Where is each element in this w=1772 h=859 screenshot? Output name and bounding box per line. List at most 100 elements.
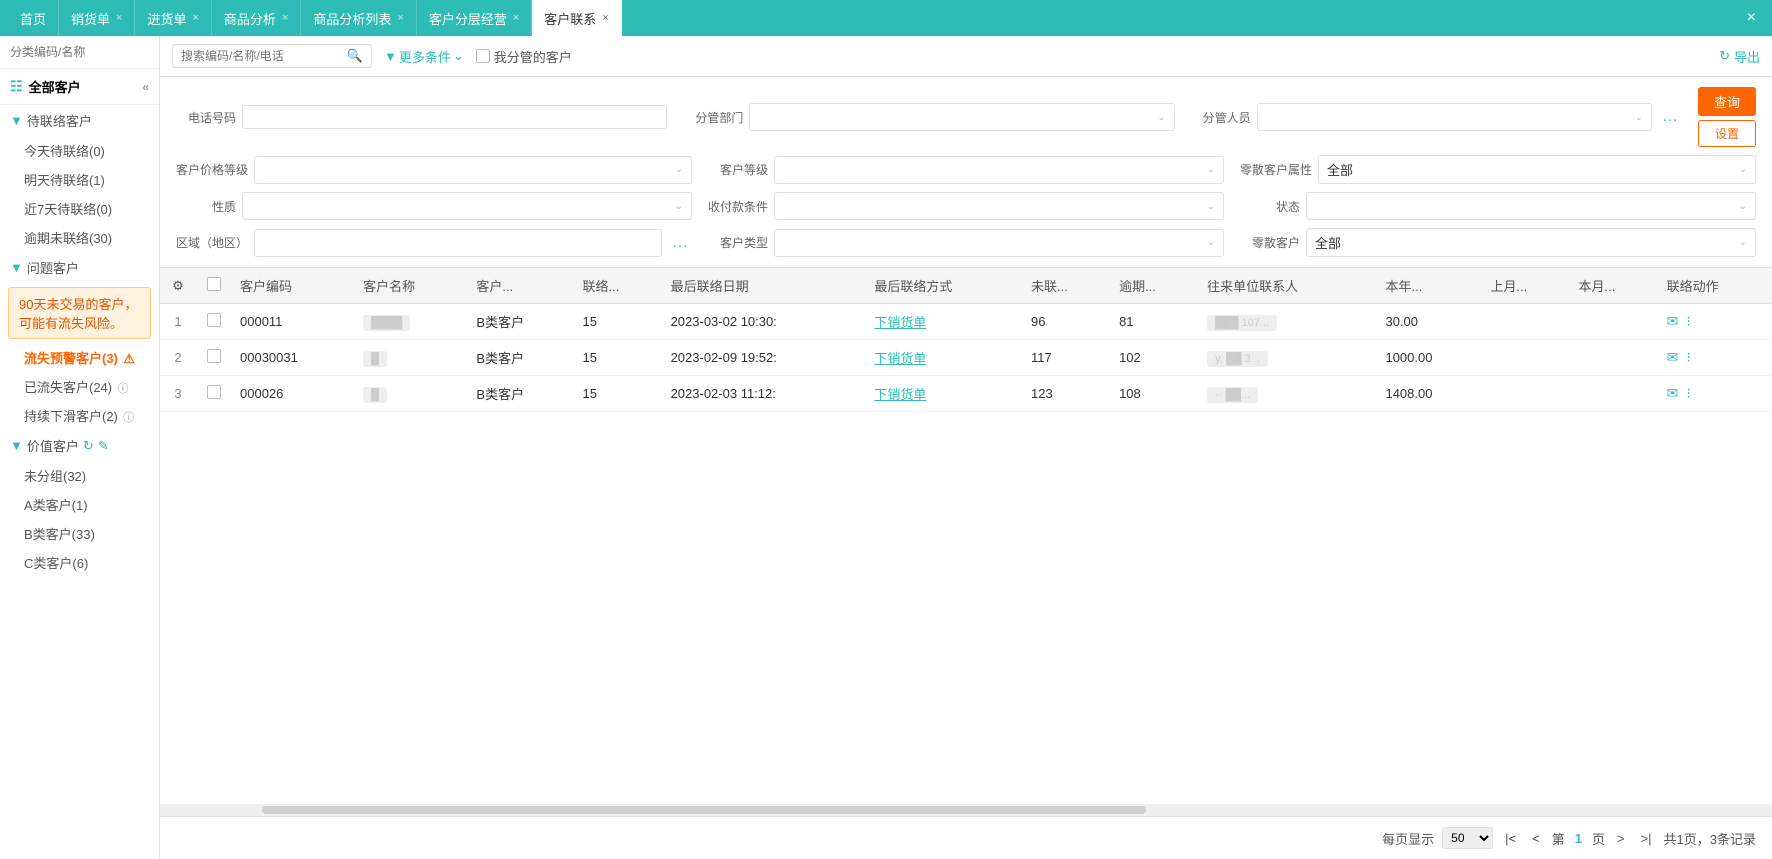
cell-type-1: B类客户 — [468, 304, 574, 340]
close-tab-customer-contact[interactable]: × — [602, 12, 608, 24]
sidebar-item-overdue-contact[interactable]: 逾期未联络(30) — [0, 223, 159, 252]
contact-action-icon-1[interactable]: ✉ — [1667, 313, 1679, 330]
filter-row-1: 电话号码 分管部门 ⌄ 分管人员 ⌄ … — [176, 87, 1756, 147]
cell-contact-1: 15 — [575, 304, 663, 340]
row-checkbox-1[interactable] — [207, 313, 221, 327]
sidebar-group-pending[interactable]: ▼ 待联络客户 — [0, 105, 159, 136]
tab-sales[interactable]: 销货单 × — [59, 0, 135, 36]
more-action-icon-1[interactable]: ⁝ — [1686, 313, 1690, 330]
more-conditions-btn[interactable]: ▼ 更多条件 ⌄ — [384, 47, 464, 66]
close-tab-customer-tier[interactable]: × — [513, 12, 519, 24]
sidebar-group-value[interactable]: ▼ 价值客户 ↻ ✎ — [0, 430, 159, 461]
sidebar-search-wrap: 🔍 — [0, 36, 159, 69]
sidebar-item-class-b[interactable]: B类客户(33) — [0, 519, 159, 548]
tab-analysis-list[interactable]: 商品分析列表 × — [301, 0, 416, 36]
sidebar-item-declining[interactable]: 持续下滑客户(2) ⓘ — [0, 401, 159, 430]
export-button[interactable]: ↻ 导出 — [1719, 47, 1760, 66]
cell-last-method-2[interactable]: 下销货单 — [866, 340, 1023, 376]
th-type: 客户... — [468, 268, 574, 304]
sidebar-item-class-a[interactable]: A类客户(1) — [0, 490, 159, 519]
my-customers-checkbox-wrap[interactable]: 我分管的客户 — [476, 47, 572, 66]
tab-analysis[interactable]: 商品分析 × — [212, 0, 301, 36]
manager-more-btn[interactable]: … — [1658, 108, 1682, 126]
sidebar-item-churned[interactable]: 已流失客户(24) ⓘ — [0, 372, 159, 401]
gender-select[interactable]: ⌄ — [242, 192, 692, 220]
region-more-btn[interactable]: … — [668, 234, 692, 252]
status-select[interactable]: ⌄ — [1306, 192, 1756, 220]
pag-btn-first[interactable]: |< — [1501, 829, 1520, 848]
h-scrollbar-thumb[interactable] — [262, 806, 1146, 814]
pag-btn-prev[interactable]: < — [1528, 829, 1544, 848]
field-customer-level: 客户等级 ⌄ — [708, 156, 1224, 184]
per-page-select[interactable]: 50 20 100 — [1442, 827, 1493, 849]
close-tab-analysis[interactable]: × — [282, 12, 288, 24]
per-page-label: 每页显示 — [1382, 829, 1434, 848]
manager-select[interactable]: ⌄ — [1257, 103, 1652, 131]
region-select[interactable] — [254, 229, 662, 257]
cell-action-1: ✉ ⁝ — [1659, 304, 1772, 340]
sidebar-item-class-c[interactable]: C类客户(6) — [0, 548, 159, 577]
tab-home[interactable]: 首页 — [8, 0, 59, 36]
info-icon: ⓘ — [117, 383, 128, 395]
edit-icon[interactable]: ✎ — [98, 438, 109, 454]
main-search-input[interactable] — [181, 49, 347, 63]
main-search-icon[interactable]: 🔍 — [347, 48, 363, 64]
dept-chevron: ⌄ — [1157, 112, 1165, 123]
zero-customer-chevron: ⌄ — [1739, 237, 1747, 248]
more-action-icon-2[interactable]: ⁝ — [1686, 349, 1690, 366]
sidebar-all-customers[interactable]: ☷ 全部客户 « — [0, 69, 159, 105]
tab-customer-tier[interactable]: 客户分层经营 × — [417, 0, 532, 36]
dept-select[interactable]: ⌄ — [749, 103, 1174, 131]
sidebar-item-ungrouped[interactable]: 未分组(32) — [0, 461, 159, 490]
cell-last-method-3[interactable]: 下销货单 — [866, 376, 1023, 412]
pag-btn-last[interactable]: >| — [1637, 829, 1656, 848]
cell-check-3[interactable] — [196, 376, 232, 412]
export-icon: ↻ — [1719, 48, 1730, 64]
close-tab-analysis-list[interactable]: × — [397, 12, 403, 24]
zero-customer-select[interactable]: 全部 ⌄ — [1306, 228, 1756, 257]
content-area: 🔍 ▼ 更多条件 ⌄ 我分管的客户 ↻ 导出 电话号码 — [160, 36, 1772, 859]
sidebar-item-tomorrow[interactable]: 明天待联络(1) — [0, 165, 159, 194]
select-all-checkbox[interactable] — [207, 277, 221, 291]
cell-check-2[interactable] — [196, 340, 232, 376]
h-scrollbar[interactable] — [160, 804, 1772, 816]
filter-row-2: 客户价格等级 ⌄ 客户等级 ⌄ 零散客户属性 全部 — [176, 155, 1756, 184]
row-checkbox-2[interactable] — [207, 349, 221, 363]
sidebar-item-today[interactable]: 今天待联络(0) — [0, 136, 159, 165]
price-level-select[interactable]: ⌄ — [254, 156, 692, 184]
sidebar-item-churn-warning[interactable]: 流失预警客户(3) ⚠ — [0, 343, 159, 372]
my-customers-checkbox[interactable] — [476, 49, 490, 63]
tab-customer-contact[interactable]: 客户联系 × — [532, 0, 621, 36]
sidebar-group-problem[interactable]: ▼ 问题客户 — [0, 252, 159, 283]
contact-action-icon-2[interactable]: ✉ — [1667, 349, 1679, 366]
tab-purchase[interactable]: 进货单 × — [135, 0, 211, 36]
cell-last-method-1[interactable]: 下销货单 — [866, 304, 1023, 340]
customer-level-chevron: ⌄ — [1207, 164, 1215, 175]
row-checkbox-3[interactable] — [207, 385, 221, 399]
pag-btn-next[interactable]: > — [1613, 829, 1629, 848]
customer-type-chevron: ⌄ — [1207, 237, 1215, 248]
cell-name-2: █ — [355, 340, 468, 376]
more-action-icon-3[interactable]: ⁝ — [1686, 385, 1690, 402]
filter-action-btns: 查询 设置 — [1698, 87, 1756, 147]
field-status: 状态 ⌄ — [1240, 192, 1756, 220]
zero-attr-select[interactable]: 全部 ⌄ — [1318, 155, 1756, 184]
query-button[interactable]: 查询 — [1698, 87, 1756, 116]
th-check[interactable] — [196, 268, 232, 304]
chevron-down-icon: ⌄ — [453, 48, 464, 64]
payment-select[interactable]: ⌄ — [774, 192, 1224, 220]
th-settings[interactable]: ⚙ — [160, 268, 196, 304]
refresh-icon[interactable]: ↻ — [83, 438, 94, 454]
close-tab-purchase[interactable]: × — [192, 12, 198, 24]
warning-icon: ⚠ — [123, 351, 135, 366]
window-close-button[interactable]: × — [1739, 9, 1764, 27]
settings-button[interactable]: 设置 — [1698, 120, 1756, 147]
contact-action-icon-3[interactable]: ✉ — [1667, 385, 1679, 402]
close-tab-sales[interactable]: × — [116, 12, 122, 24]
cell-check-1[interactable] — [196, 304, 232, 340]
customer-type-select[interactable]: ⌄ — [774, 229, 1224, 257]
customer-level-select[interactable]: ⌄ — [774, 156, 1224, 184]
sidebar-item-7days[interactable]: 近7天待联络(0) — [0, 194, 159, 223]
sidebar-search-input[interactable] — [10, 45, 160, 59]
phone-input[interactable] — [242, 105, 667, 129]
